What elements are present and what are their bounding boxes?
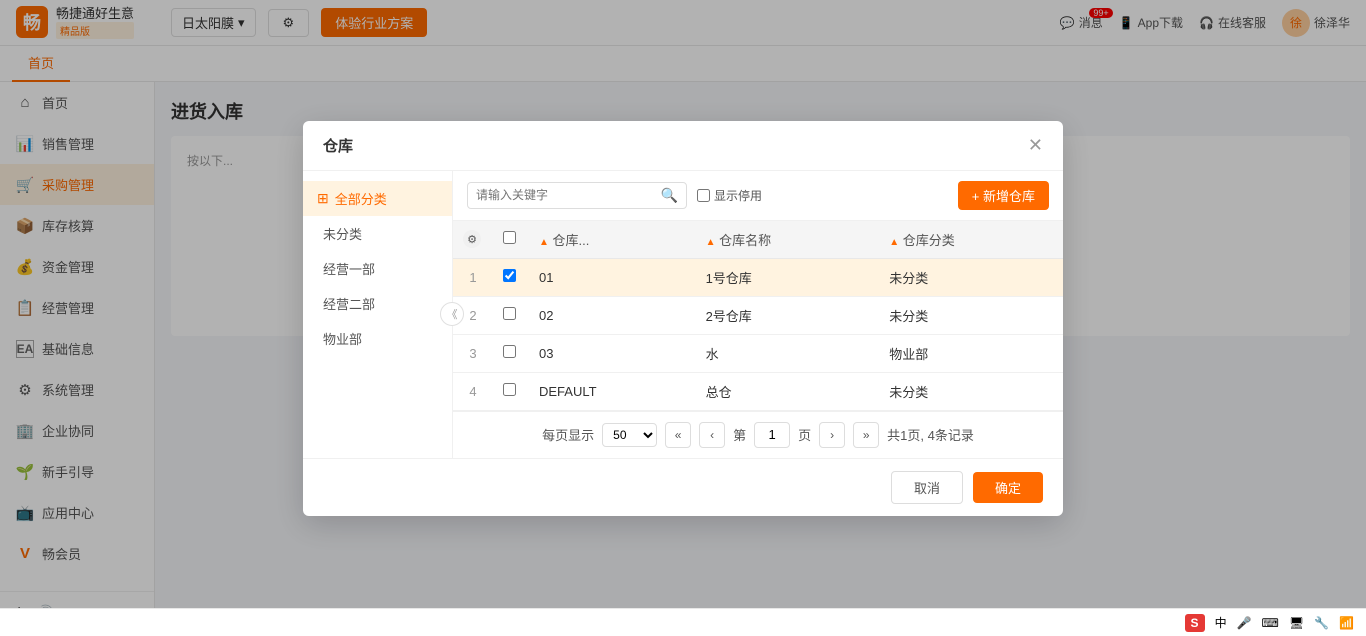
pagination: 每页显示 50 10 20 100 « ‹ 第 页 › » 共1页, 4条记录: [453, 411, 1063, 458]
row-checkbox[interactable]: [503, 345, 516, 358]
chinese-input-label[interactable]: 中: [1215, 614, 1227, 631]
monitor-icon[interactable]: 🖥: [1289, 616, 1304, 630]
last-page-button[interactable]: »: [853, 422, 879, 448]
gear-icon[interactable]: ⚙: [463, 230, 481, 248]
category-item-dept2[interactable]: 经营二部: [303, 286, 452, 321]
search-input[interactable]: [476, 188, 661, 202]
modal-title: 仓库: [323, 135, 353, 156]
row-name: 水: [696, 334, 880, 372]
warehouse-table: ⚙ ▲ 仓库... ▲: [453, 221, 1063, 411]
row-checkbox-cell: [493, 334, 529, 372]
select-all-checkbox[interactable]: [503, 231, 516, 244]
per-page-select[interactable]: 50 10 20 100: [602, 423, 657, 447]
modal-overlay: 仓库 ✕ ⊞ 全部分类 未分类 经营一部 经营二部 物业部 《: [0, 0, 1366, 636]
row-code: 03: [529, 334, 696, 372]
row-category: 未分类: [879, 372, 1063, 410]
row-checkbox[interactable]: [503, 269, 516, 282]
modal-body: ⊞ 全部分类 未分类 经营一部 经营二部 物业部 《 🔍: [303, 171, 1063, 458]
col-code: ▲ 仓库...: [529, 221, 696, 259]
cancel-button[interactable]: 取消: [891, 471, 963, 504]
tools-icon[interactable]: 🔧: [1314, 616, 1329, 630]
new-warehouse-button[interactable]: + 新增仓库: [958, 181, 1049, 210]
table-row[interactable]: 3 03 水 物业部: [453, 334, 1063, 372]
prev-page-button[interactable]: ‹: [699, 422, 725, 448]
row-category: 物业部: [879, 334, 1063, 372]
warehouse-modal: 仓库 ✕ ⊞ 全部分类 未分类 经营一部 经营二部 物业部 《: [303, 121, 1063, 516]
col-gear: ⚙: [453, 221, 493, 259]
page-suffix: 页: [798, 425, 811, 444]
row-code: 02: [529, 296, 696, 334]
category-item-property[interactable]: 物业部: [303, 321, 452, 356]
grid-icon: ⊞: [317, 190, 329, 207]
category-item-unclassified[interactable]: 未分类: [303, 216, 452, 251]
show-disabled-label[interactable]: 显示停用: [697, 187, 762, 204]
row-code: 01: [529, 258, 696, 296]
confirm-button[interactable]: 确定: [973, 472, 1043, 503]
category-all-label: 全部分类: [335, 189, 387, 208]
category-panel: ⊞ 全部分类 未分类 经营一部 经营二部 物业部 《: [303, 171, 453, 458]
row-category: 未分类: [879, 296, 1063, 334]
table-row[interactable]: 2 02 2号仓库 未分类: [453, 296, 1063, 334]
first-page-button[interactable]: «: [665, 422, 691, 448]
table-toolbar: 🔍 显示停用 + 新增仓库: [453, 171, 1063, 221]
category-item-dept1[interactable]: 经营一部: [303, 251, 452, 286]
total-info: 共1页, 4条记录: [887, 425, 974, 444]
row-num: 3: [453, 334, 493, 372]
modal-footer: 取消 确定: [303, 458, 1063, 516]
col-category: ▲ 仓库分类: [879, 221, 1063, 259]
row-checkbox[interactable]: [503, 383, 516, 396]
row-category: 未分类: [879, 258, 1063, 296]
row-checkbox-cell: [493, 258, 529, 296]
signal-icon[interactable]: 📶: [1339, 616, 1354, 630]
modal-close-button[interactable]: ✕: [1028, 135, 1043, 156]
sort-icon: ▲: [706, 237, 716, 248]
row-num: 1: [453, 258, 493, 296]
row-code: DEFAULT: [529, 372, 696, 410]
row-num: 4: [453, 372, 493, 410]
category-all[interactable]: ⊞ 全部分类: [303, 181, 452, 216]
show-disabled-text: 显示停用: [714, 187, 762, 204]
collapse-panel-button[interactable]: 《: [440, 302, 464, 326]
modal-header: 仓库 ✕: [303, 121, 1063, 171]
search-icon[interactable]: 🔍: [661, 187, 678, 204]
row-name: 2号仓库: [696, 296, 880, 334]
sort-icon: ▲: [539, 237, 549, 248]
col-checkbox: [493, 221, 529, 259]
per-page-label: 每页显示: [542, 425, 594, 444]
sort-icon: ▲: [889, 237, 899, 248]
table-row[interactable]: 4 DEFAULT 总仓 未分类: [453, 372, 1063, 410]
row-checkbox[interactable]: [503, 307, 516, 320]
row-name: 总仓: [696, 372, 880, 410]
row-name: 1号仓库: [696, 258, 880, 296]
show-disabled-checkbox[interactable]: [697, 189, 710, 202]
page-number-input[interactable]: [754, 422, 790, 448]
mic-icon[interactable]: 🎤: [1237, 616, 1252, 630]
status-logo: S: [1185, 614, 1205, 632]
next-page-button[interactable]: ›: [819, 422, 845, 448]
table-panel: 🔍 显示停用 + 新增仓库 ⚙: [453, 171, 1063, 458]
row-checkbox-cell: [493, 296, 529, 334]
search-box: 🔍: [467, 182, 687, 209]
table-row[interactable]: 1 01 1号仓库 未分类: [453, 258, 1063, 296]
page-label: 第: [733, 425, 746, 444]
keyboard-icon[interactable]: ⌨: [1262, 616, 1279, 630]
row-checkbox-cell: [493, 372, 529, 410]
col-name: ▲ 仓库名称: [696, 221, 880, 259]
status-bar: S 中 🎤 ⌨ 🖥 🔧 📶: [0, 608, 1366, 636]
